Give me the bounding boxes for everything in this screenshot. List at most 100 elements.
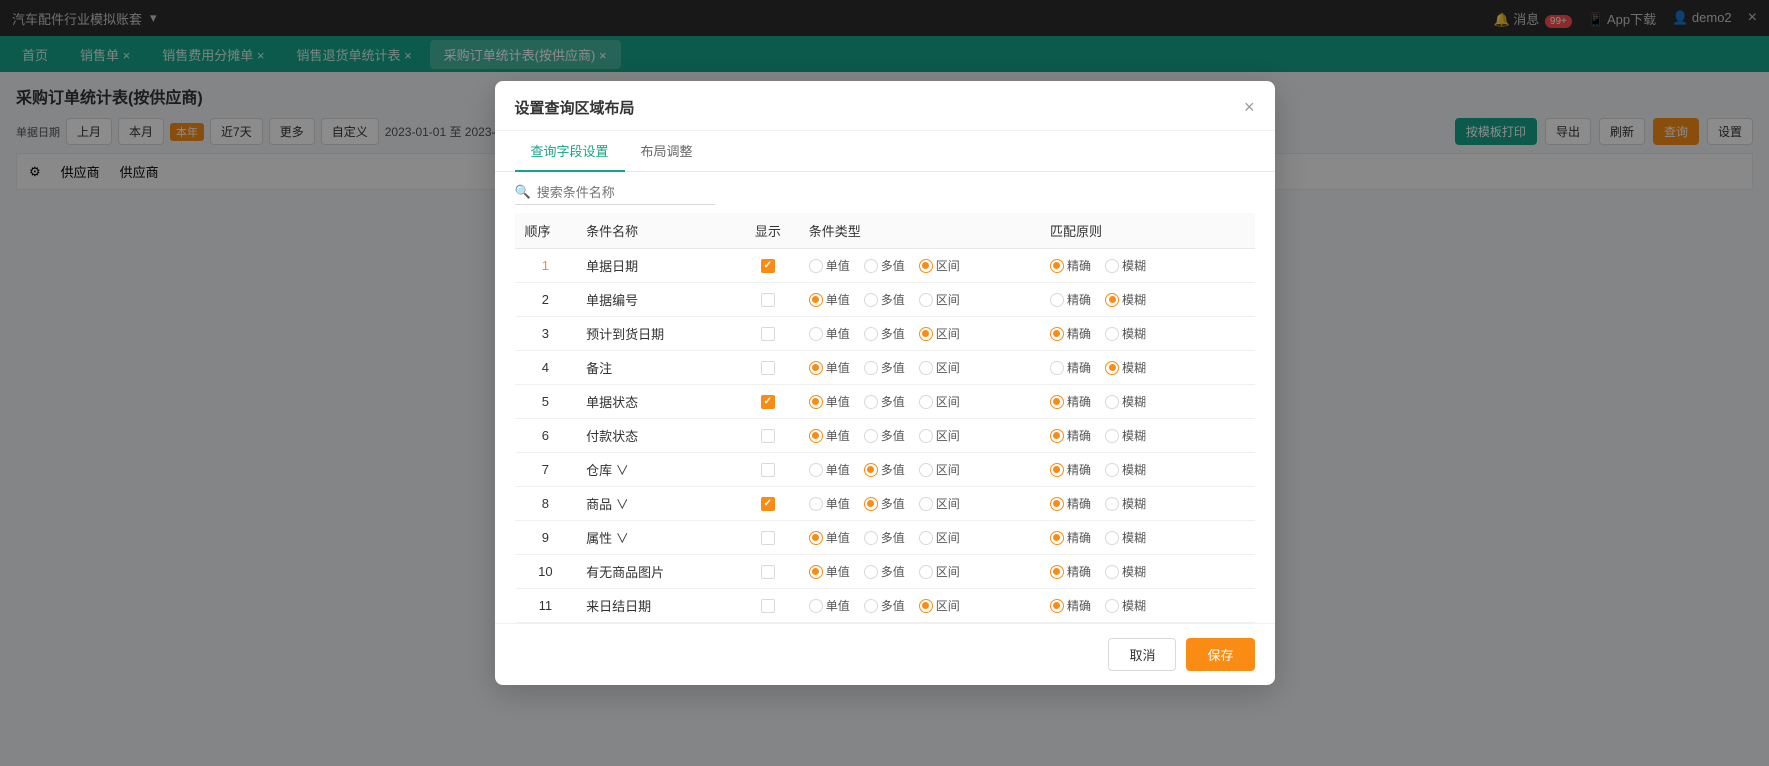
dialog-tab-layout[interactable]: 布局调整 — [625, 131, 709, 172]
radio-type_range[interactable]: 区间 — [919, 529, 960, 546]
radio-match_fuzzy[interactable]: 模糊 — [1105, 257, 1146, 274]
display-checkbox[interactable] — [761, 293, 775, 307]
cell-display — [737, 487, 799, 521]
display-checkbox[interactable] — [761, 497, 775, 511]
display-checkbox[interactable] — [761, 361, 775, 375]
display-checkbox[interactable] — [761, 429, 775, 443]
modal-overlay: 设置查询区域布局 × 查询字段设置 布局调整 🔍 顺序 — [0, 0, 1769, 766]
radio-match_exact[interactable]: 精确 — [1050, 495, 1091, 512]
table-row: 3预计到货日期单值多值区间精确模糊 — [515, 317, 1255, 351]
radio-match_fuzzy[interactable]: 模糊 — [1105, 529, 1146, 546]
cell-order: 3 — [515, 317, 577, 351]
search-input[interactable] — [537, 185, 697, 200]
table-row: 9属性 ∨单值多值区间精确模糊 — [515, 521, 1255, 555]
radio-match_fuzzy[interactable]: 模糊 — [1105, 325, 1146, 342]
radio-type_range[interactable]: 区间 — [919, 359, 960, 376]
cell-order: 8 — [515, 487, 577, 521]
radio-type_multi[interactable]: 多值 — [864, 461, 905, 478]
radio-type_multi[interactable]: 多值 — [864, 325, 905, 342]
radio-match_exact[interactable]: 精确 — [1050, 461, 1091, 478]
radio-type_single[interactable]: 单值 — [809, 461, 850, 478]
cell-order: 2 — [515, 283, 577, 317]
radio-type_single[interactable]: 单值 — [809, 597, 850, 614]
radio-match_fuzzy[interactable]: 模糊 — [1105, 563, 1146, 580]
table-row: 1单据日期单值多值区间精确模糊 — [515, 249, 1255, 283]
radio-type_range[interactable]: 区间 — [919, 563, 960, 580]
radio-type_multi[interactable]: 多值 — [864, 495, 905, 512]
cell-display — [737, 385, 799, 419]
radio-type_single[interactable]: 单值 — [809, 393, 850, 410]
cell-condition-type: 单值多值区间 — [799, 555, 1040, 589]
radio-type_single[interactable]: 单值 — [809, 529, 850, 546]
radio-match_fuzzy[interactable]: 模糊 — [1105, 359, 1146, 376]
dialog-tab-fields[interactable]: 查询字段设置 — [515, 131, 625, 172]
radio-type_multi[interactable]: 多值 — [864, 359, 905, 376]
radio-match_exact[interactable]: 精确 — [1050, 563, 1091, 580]
cell-order: 11 — [515, 589, 577, 623]
radio-type_range[interactable]: 区间 — [919, 427, 960, 444]
radio-type_range[interactable]: 区间 — [919, 597, 960, 614]
th-display: 显示 — [737, 213, 799, 249]
display-checkbox[interactable] — [761, 565, 775, 579]
dialog-tab-bar: 查询字段设置 布局调整 — [495, 131, 1275, 172]
radio-match_fuzzy[interactable]: 模糊 — [1105, 495, 1146, 512]
display-checkbox[interactable] — [761, 259, 775, 273]
table-row: 2单据编号单值多值区间精确模糊 — [515, 283, 1255, 317]
radio-match_fuzzy[interactable]: 模糊 — [1105, 427, 1146, 444]
radio-match_exact[interactable]: 精确 — [1050, 597, 1091, 614]
radio-match_fuzzy[interactable]: 模糊 — [1105, 461, 1146, 478]
radio-type_multi[interactable]: 多值 — [864, 427, 905, 444]
cell-order: 1 — [515, 249, 577, 283]
cell-order: 7 — [515, 453, 577, 487]
cell-match-rule: 精确模糊 — [1040, 555, 1255, 589]
radio-type_multi[interactable]: 多值 — [864, 563, 905, 580]
display-checkbox[interactable] — [761, 531, 775, 545]
cancel-btn[interactable]: 取消 — [1108, 638, 1176, 671]
cell-name: 有无商品图片 — [576, 555, 737, 589]
radio-type_multi[interactable]: 多值 — [864, 529, 905, 546]
radio-type_range[interactable]: 区间 — [919, 393, 960, 410]
radio-type_single[interactable]: 单值 — [809, 325, 850, 342]
cell-display — [737, 555, 799, 589]
radio-match_fuzzy[interactable]: 模糊 — [1105, 393, 1146, 410]
dialog-title: 设置查询区域布局 — [515, 97, 635, 118]
radio-type_range[interactable]: 区间 — [919, 495, 960, 512]
radio-match_exact[interactable]: 精确 — [1050, 359, 1091, 376]
table-row: 10有无商品图片单值多值区间精确模糊 — [515, 555, 1255, 589]
radio-type_range[interactable]: 区间 — [919, 325, 960, 342]
display-checkbox[interactable] — [761, 395, 775, 409]
radio-type_range[interactable]: 区间 — [919, 257, 960, 274]
radio-match_exact[interactable]: 精确 — [1050, 257, 1091, 274]
cell-display — [737, 521, 799, 555]
th-condition-type: 条件类型 — [799, 213, 1040, 249]
cell-match-rule: 精确模糊 — [1040, 351, 1255, 385]
radio-type_multi[interactable]: 多值 — [864, 597, 905, 614]
radio-type_multi[interactable]: 多值 — [864, 291, 905, 308]
cell-condition-type: 单值多值区间 — [799, 487, 1040, 521]
radio-type_single[interactable]: 单值 — [809, 359, 850, 376]
radio-type_single[interactable]: 单值 — [809, 495, 850, 512]
radio-match_exact[interactable]: 精确 — [1050, 529, 1091, 546]
display-checkbox[interactable] — [761, 599, 775, 613]
radio-type_single[interactable]: 单值 — [809, 427, 850, 444]
radio-type_single[interactable]: 单值 — [809, 291, 850, 308]
radio-match_exact[interactable]: 精确 — [1050, 291, 1091, 308]
radio-type_single[interactable]: 单值 — [809, 257, 850, 274]
radio-match_exact[interactable]: 精确 — [1050, 393, 1091, 410]
cell-match-rule: 精确模糊 — [1040, 385, 1255, 419]
cell-order: 6 — [515, 419, 577, 453]
display-checkbox[interactable] — [761, 327, 775, 341]
radio-match_fuzzy[interactable]: 模糊 — [1105, 597, 1146, 614]
save-btn[interactable]: 保存 — [1186, 638, 1254, 671]
radio-type_range[interactable]: 区间 — [919, 291, 960, 308]
dialog-close-btn[interactable]: × — [1244, 97, 1255, 118]
radio-type_multi[interactable]: 多值 — [864, 257, 905, 274]
display-checkbox[interactable] — [761, 463, 775, 477]
radio-type_range[interactable]: 区间 — [919, 461, 960, 478]
radio-type_single[interactable]: 单值 — [809, 563, 850, 580]
search-box: 🔍 — [515, 184, 715, 205]
radio-match_exact[interactable]: 精确 — [1050, 325, 1091, 342]
radio-match_exact[interactable]: 精确 — [1050, 427, 1091, 444]
radio-match_fuzzy[interactable]: 模糊 — [1105, 291, 1146, 308]
radio-type_multi[interactable]: 多值 — [864, 393, 905, 410]
